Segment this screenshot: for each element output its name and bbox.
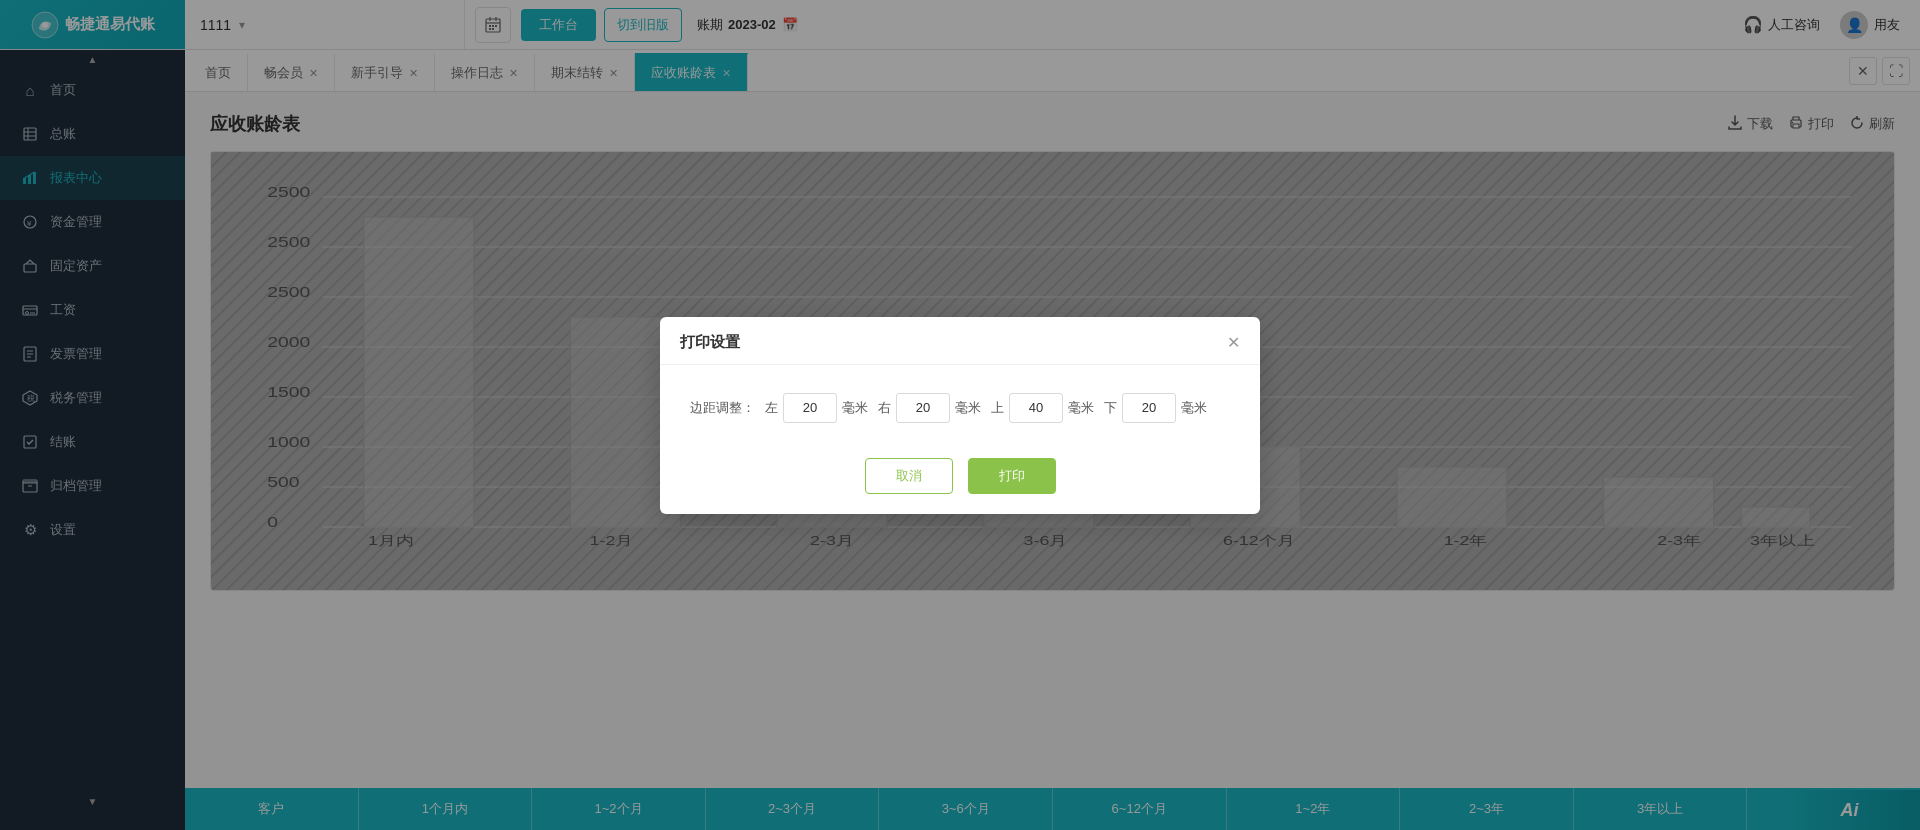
top-margin-group: 上 毫米	[991, 393, 1094, 423]
top-label: 上	[991, 399, 1004, 417]
bottom-unit: 毫米	[1181, 399, 1207, 417]
modal-title: 打印设置	[680, 333, 740, 352]
bottom-margin-input[interactable]	[1122, 393, 1176, 423]
modal-header: 打印设置 ✕	[660, 317, 1260, 365]
right-unit: 毫米	[955, 399, 981, 417]
left-margin-group: 左 毫米	[765, 393, 868, 423]
margin-label: 边距调整：	[690, 399, 755, 417]
right-margin-input[interactable]	[896, 393, 950, 423]
top-margin-input[interactable]	[1009, 393, 1063, 423]
left-margin-input[interactable]	[783, 393, 837, 423]
top-unit: 毫米	[1068, 399, 1094, 417]
modal-close-button[interactable]: ✕	[1227, 333, 1240, 352]
right-label: 右	[878, 399, 891, 417]
modal-overlay: 打印设置 ✕ 边距调整： 左 毫米 右 毫米 上 毫米	[0, 0, 1920, 830]
confirm-print-button[interactable]: 打印	[968, 458, 1056, 494]
right-margin-group: 右 毫米	[878, 393, 981, 423]
modal-body: 边距调整： 左 毫米 右 毫米 上 毫米 下	[660, 365, 1260, 443]
print-dialog: 打印设置 ✕ 边距调整： 左 毫米 右 毫米 上 毫米	[660, 317, 1260, 514]
margin-form-row: 边距调整： 左 毫米 右 毫米 上 毫米 下	[690, 393, 1230, 423]
modal-footer: 取消 打印	[660, 443, 1260, 514]
left-unit: 毫米	[842, 399, 868, 417]
bottom-margin-group: 下 毫米	[1104, 393, 1207, 423]
cancel-button[interactable]: 取消	[865, 458, 953, 494]
left-label: 左	[765, 399, 778, 417]
bottom-label: 下	[1104, 399, 1117, 417]
